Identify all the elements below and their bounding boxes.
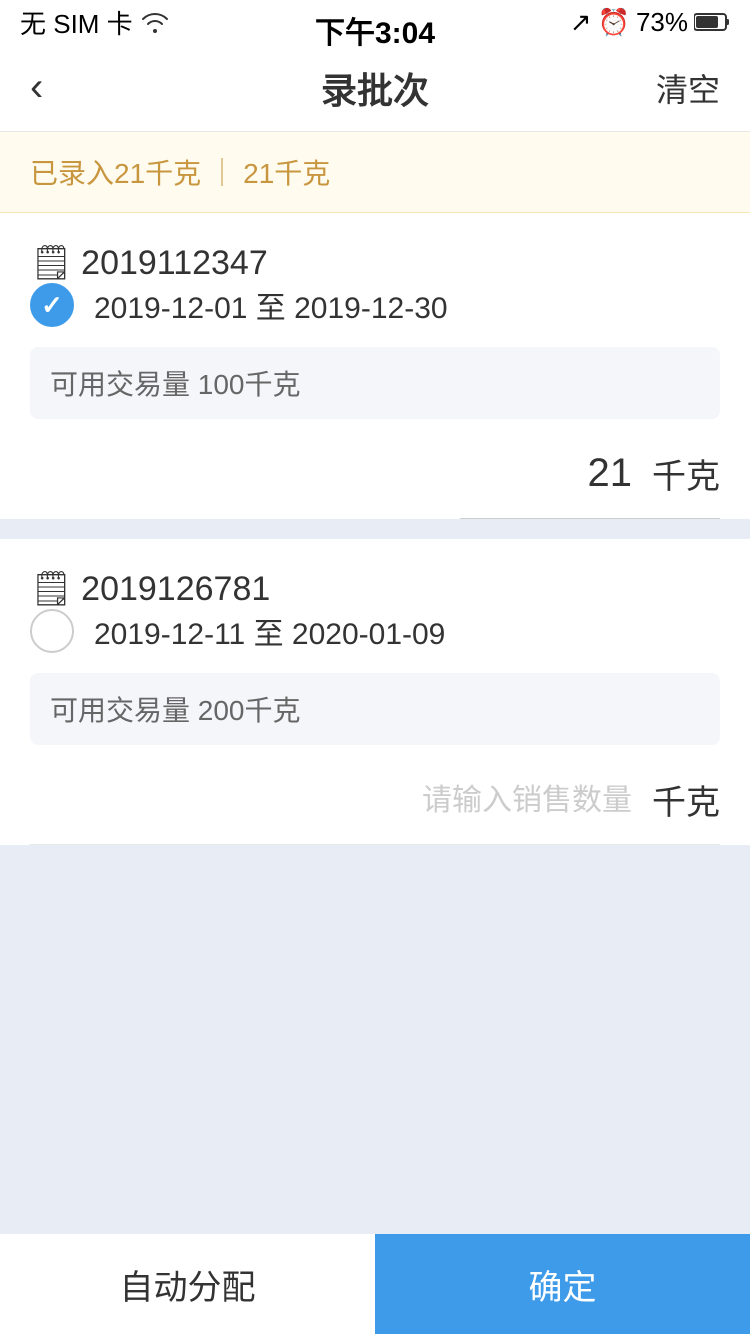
already-entered-label: 已录入21千克 [30,152,201,192]
status-bar: 无 SIM 卡 下午3:04 ↗ ⏰ 73% [0,0,750,44]
batch-2-quantity-row: 千克 [30,755,720,845]
status-left: 无 SIM 卡 [20,4,169,41]
batch-1-unit: 千克 [652,449,720,498]
content-wrapper: 已录入21千克 21千克 🗒 2019112347 2019-12-01 至 2… [0,132,750,1334]
battery-icon [694,12,730,32]
batch-2-date: 2019-12-11 至 2020-01-09 [94,609,445,653]
batch-1-id: 🗒 2019112347 [30,243,720,283]
auto-distribute-button[interactable]: 自动分配 [0,1234,375,1334]
confirm-button[interactable]: 确定 [375,1234,750,1334]
status-time: 下午3:04 [315,8,435,52]
info-banner: 已录入21千克 21千克 [0,132,750,213]
nav-bar: ‹ 录批次 清空 [0,44,750,132]
bottom-bar: 自动分配 确定 [0,1234,750,1334]
batch-item-1: 🗒 2019112347 2019-12-01 至 2019-12-30 可用交… [0,213,750,519]
batch-item-2: 🗒 2019126781 2019-12-11 至 2020-01-09 可用交… [0,539,750,845]
batch-2-quantity-input[interactable] [332,780,632,819]
batch-1-available: 可用交易量 100千克 [30,347,720,419]
clear-button[interactable]: 清空 [656,65,720,111]
batch-2-unit: 千克 [652,775,720,824]
batch-2-id: 🗒 2019126781 [30,569,720,609]
status-right: ↗ ⏰ 73% [570,7,730,38]
battery-text: 73% [636,7,688,38]
alarm-icon: ⏰ [598,7,630,38]
back-button[interactable]: ‹ [30,65,43,110]
page-title: 录批次 [321,62,429,114]
separator-1 [0,519,750,539]
batch-1-id-text: 2019112347 [81,244,268,283]
batch-2-id-text: 2019126781 [81,570,270,609]
batch-2-icon: 🗒 [30,569,73,609]
banner-divider [221,158,223,186]
wifi-icon [141,11,169,33]
batch-2-date-row: 2019-12-11 至 2020-01-09 [30,609,720,653]
batch-1-quantity-value: 21 [588,451,633,496]
batch-1-date-row: 2019-12-01 至 2019-12-30 [30,283,720,327]
carrier-text: 无 SIM 卡 [20,4,133,41]
batch-2-available: 可用交易量 200千克 [30,673,720,745]
location-icon: ↗ [570,7,592,38]
batch-1-icon: 🗒 [30,243,73,283]
entered-amount: 21千克 [243,152,330,192]
batch-2-checkbox[interactable] [30,609,74,653]
batch-1-checkbox[interactable] [30,283,74,327]
batch-1-quantity-row: 21 千克 [30,429,720,518]
batch-1-date: 2019-12-01 至 2019-12-30 [94,283,448,327]
